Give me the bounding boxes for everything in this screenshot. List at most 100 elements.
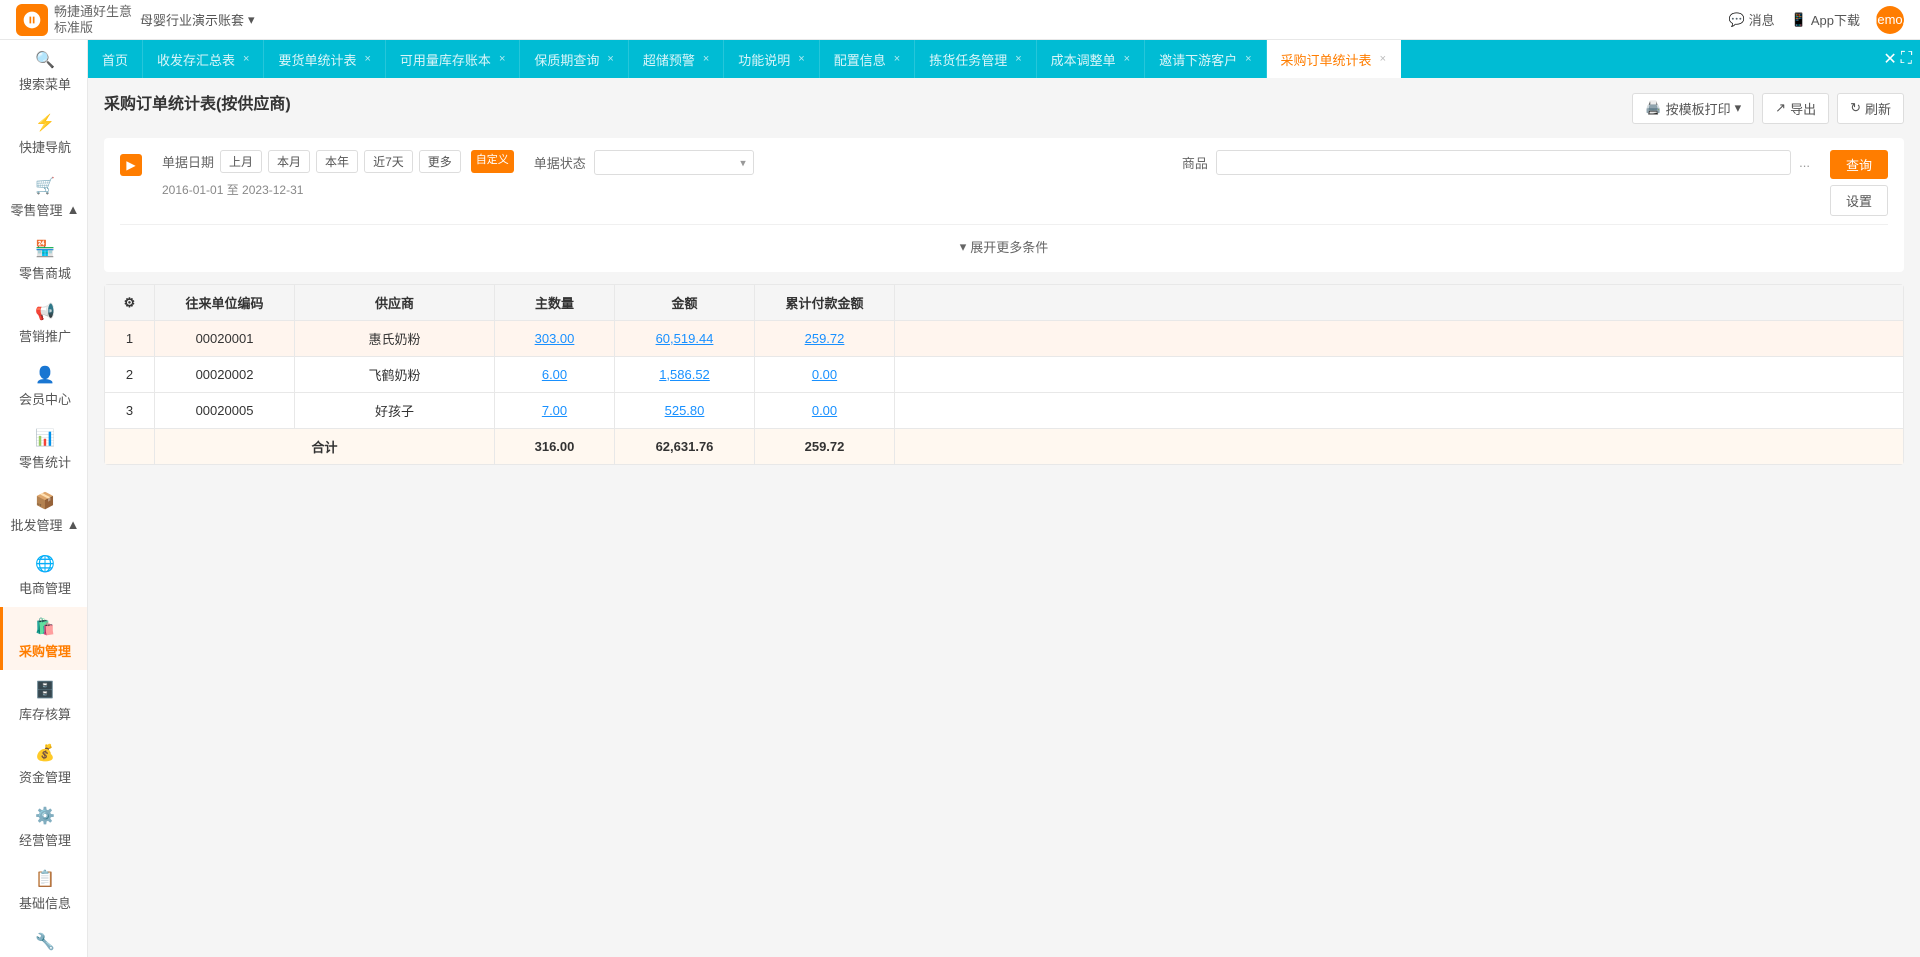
- col-supplier-header: 供应商: [295, 285, 495, 321]
- row-1-amount[interactable]: 60,519.44: [615, 321, 755, 357]
- row-3-paid[interactable]: 0.00: [755, 393, 895, 429]
- goods-input[interactable]: [1216, 150, 1791, 175]
- sidebar-item-retail-mall[interactable]: 🏪 零售商城: [0, 229, 87, 292]
- row-2-qty[interactable]: 6.00: [495, 357, 615, 393]
- row-3-amount[interactable]: 525.80: [615, 393, 755, 429]
- close-icon[interactable]: ×: [1245, 53, 1251, 65]
- footer-empty-1: [105, 429, 155, 465]
- sidebar-item-inventory[interactable]: 🗄️ 库存核算: [0, 670, 87, 733]
- main-layout: 🔍 搜索菜单 ⚡ 快捷导航 🛒 零售管理 ▲ 🏪 零售商城 📢 营销推广 👤 会…: [0, 40, 1920, 957]
- row-1-paid[interactable]: 259.72: [755, 321, 895, 357]
- goods-label: 商品: [1182, 153, 1208, 172]
- sidebar-item-member[interactable]: 👤 会员中心: [0, 355, 87, 418]
- export-btn[interactable]: ↗ 导出: [1762, 93, 1829, 124]
- refresh-btn[interactable]: ↻ 刷新: [1837, 93, 1904, 124]
- filter-toggle[interactable]: ▶: [120, 154, 142, 176]
- row-3-qty[interactable]: 7.00: [495, 393, 615, 429]
- refresh-icon: ↻: [1850, 100, 1861, 116]
- status-select-wrapper: [594, 150, 754, 175]
- close-icon[interactable]: ×: [703, 53, 709, 65]
- status-select[interactable]: [594, 150, 754, 175]
- tab-config[interactable]: 配置信息 ×: [820, 40, 915, 78]
- tab-available-inv[interactable]: 可用量库存账本 ×: [386, 40, 520, 78]
- query-btn[interactable]: 查询: [1830, 150, 1888, 179]
- more-date-btn[interactable]: 更多: [419, 150, 461, 173]
- download-icon: 📱: [1791, 12, 1807, 28]
- filter-collapse-btn[interactable]: ▶: [120, 154, 142, 176]
- last-month-btn[interactable]: 上月: [220, 150, 262, 173]
- close-icon[interactable]: ×: [499, 53, 505, 65]
- close-icon[interactable]: ×: [894, 53, 900, 65]
- maximize-btn[interactable]: ⛶: [1901, 50, 1912, 68]
- tab-cost-adjust[interactable]: 成本调整单 ×: [1037, 40, 1145, 78]
- row-2-paid[interactable]: 0.00: [755, 357, 895, 393]
- print-icon: 🖨️: [1645, 100, 1661, 116]
- tab-picking[interactable]: 拣货任务管理 ×: [915, 40, 1036, 78]
- sidebar-item-batch-mgmt[interactable]: 📦 批发管理 ▲: [0, 481, 87, 544]
- tab-receive-send[interactable]: 收发存汇总表 ×: [143, 40, 264, 78]
- row-2-supplier: 飞鹤奶粉: [295, 357, 495, 393]
- filter-main-row: ▶ 单据日期 上月 本月 本年 近7天 更多: [120, 150, 1888, 216]
- message-icon: 💬: [1728, 12, 1744, 28]
- sidebar-item-retail-stats[interactable]: 📊 零售统计: [0, 418, 87, 481]
- close-icon[interactable]: ×: [1015, 53, 1021, 65]
- tab-overstock[interactable]: 超储预警 ×: [629, 40, 724, 78]
- sidebar-item-basic-info[interactable]: 📋 基础信息: [0, 859, 87, 922]
- batch-icon: 📦: [35, 491, 55, 511]
- close-icon[interactable]: ×: [607, 53, 613, 65]
- settings-icon[interactable]: ⚙: [124, 295, 136, 310]
- date-quick-btns: 上月 本月 本年 近7天 更多 自定义: [220, 150, 514, 173]
- filter-divider: [120, 224, 1888, 225]
- sidebar-item-marketing[interactable]: 📢 营销推广: [0, 292, 87, 355]
- sidebar-item-quick-nav[interactable]: ⚡ 快捷导航: [0, 103, 87, 166]
- row-3-no: 3: [105, 393, 155, 429]
- query-actions: 查询 设置: [1830, 150, 1888, 216]
- member-icon: 👤: [35, 365, 55, 385]
- this-month-btn[interactable]: 本月: [268, 150, 310, 173]
- last-7-days-btn[interactable]: 近7天: [364, 150, 413, 173]
- sidebar-item-finance[interactable]: 💰 资金管理: [0, 733, 87, 796]
- close-icon[interactable]: ×: [1124, 53, 1130, 65]
- tab-home[interactable]: 首页: [88, 40, 143, 78]
- filter-area: ▶ 单据日期 上月 本月 本年 近7天 更多: [104, 138, 1904, 272]
- col-code-header: 往来单位编码: [155, 285, 295, 321]
- chevron-down-icon: ▾: [248, 12, 255, 28]
- col-settings-header: ⚙: [105, 285, 155, 321]
- row-3-supplier: 好孩子: [295, 393, 495, 429]
- goods-filter-section: 商品 ...: [1182, 150, 1810, 175]
- message-btn[interactable]: 💬 消息: [1728, 10, 1774, 29]
- tab-invite[interactable]: 邀请下游客户 ×: [1145, 40, 1266, 78]
- avatar[interactable]: demo2: [1876, 6, 1904, 34]
- sidebar-item-purchase[interactable]: 🛍️ 采购管理: [0, 607, 87, 670]
- footer-qty: 316.00: [495, 429, 615, 465]
- top-bar-right: 💬 消息 📱 App下载 demo2: [1728, 6, 1904, 34]
- sidebar-item-ecom[interactable]: 🌐 电商管理: [0, 544, 87, 607]
- row-1-qty[interactable]: 303.00: [495, 321, 615, 357]
- row-2-amount[interactable]: 1,586.52: [615, 357, 755, 393]
- print-btn[interactable]: 🖨️ 按模板打印 ▾: [1632, 93, 1754, 124]
- goods-more-icon[interactable]: ...: [1799, 155, 1810, 170]
- tab-purchase-order-stats[interactable]: 采购订单统计表 ×: [1267, 40, 1401, 78]
- sidebar-item-operation[interactable]: ⚙️ 经营管理: [0, 796, 87, 859]
- tab-func-desc[interactable]: 功能说明 ×: [724, 40, 819, 78]
- tab-expiry-query[interactable]: 保质期查询 ×: [520, 40, 628, 78]
- workspace-selector[interactable]: 母婴行业演示账套 ▾: [140, 10, 255, 29]
- close-icon[interactable]: ×: [364, 53, 370, 65]
- tab-purchase-stats[interactable]: 要货单统计表 ×: [264, 40, 385, 78]
- date-label: 单据日期: [162, 152, 214, 171]
- expand-more-btn[interactable]: ▾ 展开更多条件: [120, 233, 1888, 260]
- nav-tab-actions: ✕ ⛶: [1875, 49, 1920, 69]
- sidebar-item-system[interactable]: 🔧 系统管理: [0, 922, 87, 957]
- close-icon[interactable]: ×: [243, 53, 249, 65]
- app-download-btn[interactable]: 📱 App下载: [1791, 10, 1860, 29]
- close-icon[interactable]: ×: [798, 53, 804, 65]
- close-all-tabs-btn[interactable]: ✕: [1883, 49, 1896, 69]
- footer-paid: 259.72: [755, 429, 895, 465]
- content-area: 首页 收发存汇总表 × 要货单统计表 × 可用量库存账本 × 保质期查询 × 超…: [88, 40, 1920, 957]
- settings-btn[interactable]: 设置: [1830, 185, 1888, 216]
- col-amount-header: 金额: [615, 285, 755, 321]
- sidebar-item-retail-mgmt[interactable]: 🛒 零售管理 ▲: [0, 166, 87, 229]
- this-year-btn[interactable]: 本年: [316, 150, 358, 173]
- sidebar-item-search[interactable]: 🔍 搜索菜单: [0, 40, 87, 103]
- close-icon[interactable]: ×: [1380, 53, 1386, 65]
